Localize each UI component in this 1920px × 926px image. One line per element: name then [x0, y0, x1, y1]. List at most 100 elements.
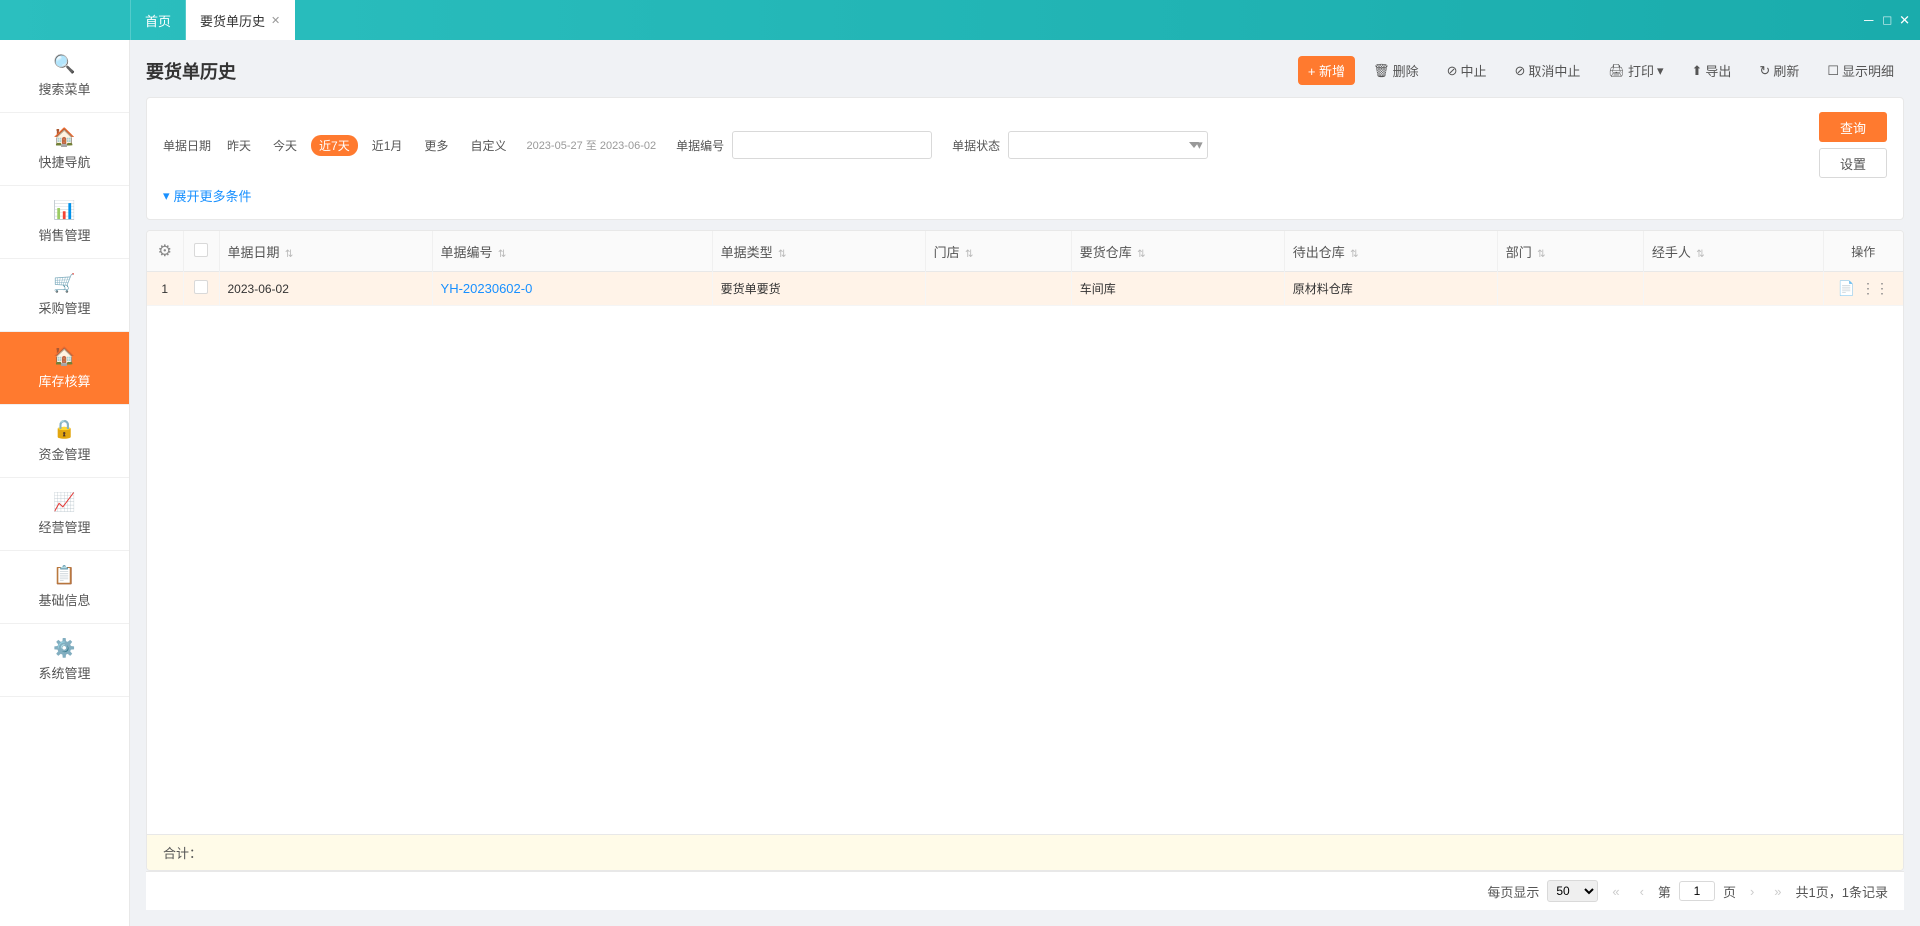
topbar-right-actions: － □ ✕ [1862, 11, 1910, 30]
sidebar-item-search[interactable]: 🔍 搜索菜单 [0, 40, 129, 113]
tab-home[interactable]: 首页 [130, 0, 186, 40]
minimize-icon[interactable]: － [1862, 11, 1875, 30]
add-button[interactable]: + 新增 [1298, 56, 1355, 85]
page-header: 要货单历史 + 新增 🗑 删除 ⊘ 中止 ⊘ 取消中止 [146, 56, 1904, 85]
per-page-label: 每页显示 [1487, 882, 1539, 901]
th-req-warehouse: 要货仓库 ⇅ [1071, 231, 1284, 272]
date-range-text: 2023-05-27 至 2023-06-02 [526, 137, 656, 153]
main-layout: 🔍 搜索菜单 🏠 快捷导航 📊 销售管理 🛒 采购管理 🏠 库存核算 🔒 资金管… [0, 40, 1920, 926]
th-store: 门店 ⇅ [925, 231, 1071, 272]
sidebar-item-label: 资金管理 [38, 444, 90, 463]
sort-reqwh-icon[interactable]: ⇅ [1137, 249, 1145, 260]
sidebar-item-basic-info[interactable]: 📋 基础信息 [0, 551, 129, 624]
th-department: 部门 ⇅ [1497, 231, 1643, 272]
search-area: 单据日期 昨天 今天 近7天 近1月 更多 自定义 2023-05-27 至 2… [146, 97, 1904, 220]
summary-label: 合计： [163, 843, 202, 862]
sidebar-item-system[interactable]: ⚙️ 系统管理 [0, 624, 129, 697]
sidebar-item-operations[interactable]: 📈 经营管理 [0, 478, 129, 551]
date-label: 单据日期 [163, 137, 211, 154]
first-page-btn[interactable]: « [1606, 882, 1625, 901]
sidebar-item-label: 经营管理 [38, 517, 90, 536]
finance-icon: 🔒 [53, 419, 75, 440]
page-title: 要货单历史 [146, 58, 236, 84]
th-handler: 经手人 ⇅ [1643, 231, 1823, 272]
search-actions: 查询 设置 [1819, 112, 1887, 178]
sidebar-item-label: 搜索菜单 [38, 79, 90, 98]
sidebar-item-label: 销售管理 [38, 225, 90, 244]
sort-pendingwh-icon[interactable]: ⇅ [1350, 249, 1358, 260]
content-area: 要货单历史 + 新增 🗑 删除 ⊘ 中止 ⊘ 取消中止 [130, 40, 1920, 926]
table-body: 1 2023-06-02 YH-20230602-0 要货单要货 车间库 [147, 272, 1903, 306]
td-index: 1 [147, 272, 183, 306]
sidebar-item-nav[interactable]: 🏠 快捷导航 [0, 113, 129, 186]
sort-type-icon[interactable]: ⇅ [778, 249, 786, 260]
table-row[interactable]: 1 2023-06-02 YH-20230602-0 要货单要货 车间库 [147, 272, 1903, 306]
home-icon: 🏠 [53, 127, 75, 148]
operations-icon: 📈 [53, 492, 75, 513]
sidebar-item-finance[interactable]: 🔒 资金管理 [0, 405, 129, 478]
select-all-checkbox[interactable] [194, 243, 208, 257]
row-checkbox[interactable] [194, 280, 208, 294]
sort-date-icon[interactable]: ⇅ [285, 249, 293, 260]
tab-order-history[interactable]: 要货单历史 ✕ [186, 0, 295, 40]
ops-icons: 📄 ⋮⋮ [1832, 280, 1896, 297]
display-detail-button[interactable]: ☐ 显示明细 [1817, 56, 1904, 85]
sidebar-item-inventory[interactable]: 🏠 库存核算 [0, 332, 129, 405]
maximize-icon[interactable]: □ [1883, 13, 1891, 28]
purchase-icon: 🛒 [53, 273, 75, 294]
td-department [1497, 272, 1643, 306]
order-no-field: 单据编号 [676, 131, 932, 159]
sidebar-item-sales[interactable]: 📊 销售管理 [0, 186, 129, 259]
sort-dept-icon[interactable]: ⇅ [1537, 249, 1545, 260]
expand-more-btn[interactable]: ▾ 展开更多条件 [163, 186, 1887, 205]
sort-store-icon[interactable]: ⇅ [965, 249, 973, 260]
order-no-label: 单据编号 [676, 137, 724, 154]
more-icon[interactable]: ⋮⋮ [1861, 280, 1889, 297]
system-icon: ⚙️ [53, 638, 75, 659]
page-label: 第 [1658, 882, 1671, 901]
chevron-down-icon: ▾ [163, 188, 170, 204]
date-custom[interactable]: 自定义 [462, 135, 514, 156]
td-order-no: YH-20230602-0 [432, 272, 712, 306]
status-select[interactable] [1008, 131, 1208, 159]
date-more[interactable]: 更多 [416, 135, 456, 156]
close-tab-icon[interactable]: ✕ [271, 14, 280, 27]
stop-button[interactable]: ⊘ 中止 [1437, 56, 1497, 85]
td-store [925, 272, 1071, 306]
export-button[interactable]: ⬆ 导出 [1681, 56, 1741, 85]
delete-button[interactable]: 🗑 删除 [1363, 56, 1429, 85]
th-ops: 操作 [1823, 231, 1903, 272]
prev-page-btn[interactable]: ‹ [1634, 882, 1650, 901]
date-last7[interactable]: 近7天 [311, 135, 358, 156]
order-no-input[interactable] [732, 131, 932, 159]
next-page-btn[interactable]: › [1744, 882, 1760, 901]
td-req-warehouse: 车间库 [1071, 272, 1284, 306]
total-info: 共1页，1条记录 [1796, 882, 1888, 901]
sidebar-item-label: 快捷导航 [38, 152, 90, 171]
sidebar-item-purchase[interactable]: 🛒 采购管理 [0, 259, 129, 332]
column-setting-icon[interactable]: ⚙ [158, 243, 172, 260]
print-button[interactable]: 🖨 打印 ▾ [1598, 56, 1673, 85]
basic-info-icon: 📋 [53, 565, 75, 586]
date-yesterday[interactable]: 昨天 [219, 135, 259, 156]
table-footer-summary: 合计： [147, 834, 1903, 870]
close-window-icon[interactable]: ✕ [1899, 12, 1910, 28]
sort-handler-icon[interactable]: ⇅ [1696, 249, 1704, 260]
sort-orderno-icon[interactable]: ⇅ [498, 249, 506, 260]
th-setting: ⚙ [147, 231, 183, 272]
date-today[interactable]: 今天 [265, 135, 305, 156]
edit-icon[interactable]: 📄 [1838, 280, 1855, 297]
th-type: 单据类型 ⇅ [712, 231, 925, 272]
cancel-stop-button[interactable]: ⊘ 取消中止 [1505, 56, 1591, 85]
td-date: 2023-06-02 [219, 272, 432, 306]
date-last1month[interactable]: 近1月 [364, 135, 411, 156]
order-no-link[interactable]: YH-20230602-0 [441, 281, 533, 296]
date-filter: 昨天 今天 近7天 近1月 更多 自定义 [219, 135, 514, 156]
refresh-button[interactable]: ↻ 刷新 [1749, 56, 1809, 85]
per-page-select[interactable]: 50 10 20 100 [1547, 880, 1598, 902]
page-number-input[interactable] [1679, 881, 1715, 901]
query-button[interactable]: 查询 [1819, 112, 1887, 142]
last-page-btn[interactable]: » [1768, 882, 1787, 901]
settings-button[interactable]: 设置 [1819, 148, 1887, 178]
th-date: 单据日期 ⇅ [219, 231, 432, 272]
